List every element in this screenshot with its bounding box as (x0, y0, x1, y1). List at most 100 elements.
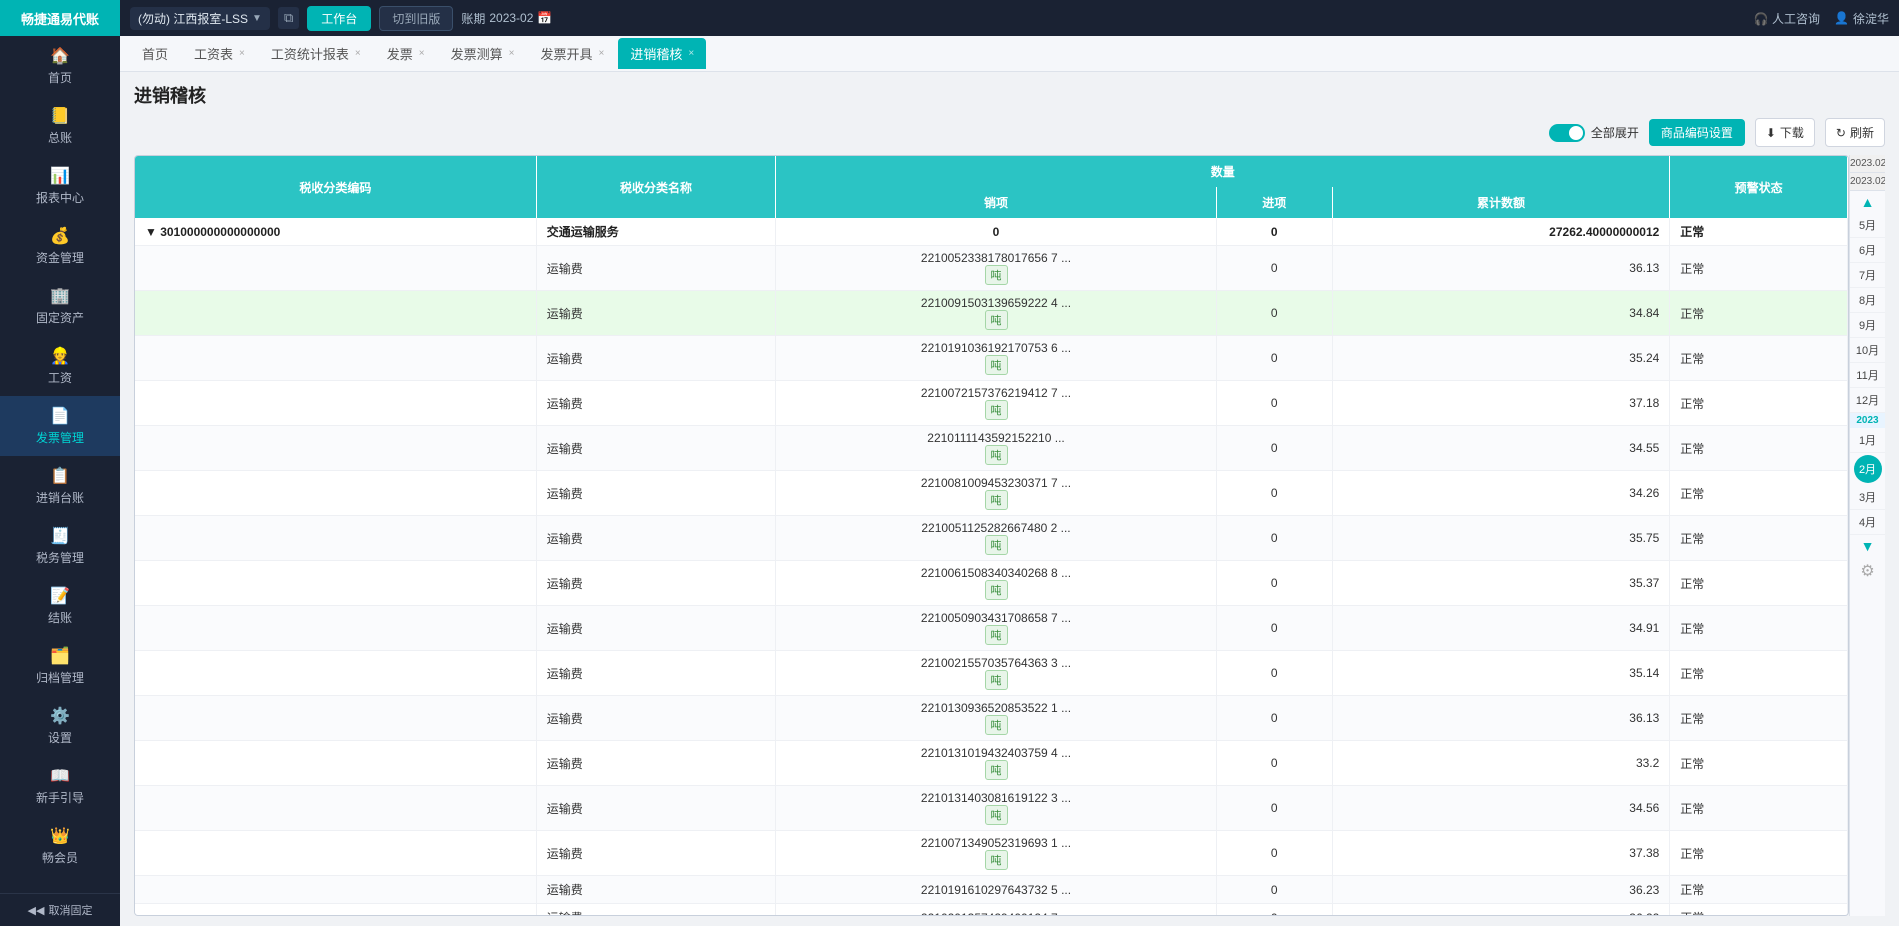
settings-icon: ⚙️ (50, 706, 70, 726)
cell-name: 交通运输服务 (536, 218, 775, 246)
sidebar-item-payroll[interactable]: 👷 工资 (0, 336, 120, 396)
unpin-button[interactable]: ◀◀ 取消固定 (0, 894, 120, 926)
cell-cumulative: 27262.40000000012 (1332, 218, 1670, 246)
table-row: 运输费 2210131019432403759 4 ...吨 033.2正常 (135, 741, 1848, 786)
calendar-month-2-active[interactable]: 2月 (1854, 455, 1882, 483)
tab-home[interactable]: 首页 (130, 38, 180, 69)
sidebar-label-settings: 设置 (48, 729, 72, 746)
sidebar-item-finance[interactable]: 💰 资金管理 (0, 216, 120, 276)
sidebar-item-ledger[interactable]: 📒 总账 (0, 96, 120, 156)
sidebar-item-invoice[interactable]: 📄 发票管理 (0, 396, 120, 456)
sidebar-item-member[interactable]: 👑 畅会员 (0, 816, 120, 876)
tab-close-icon[interactable]: × (355, 48, 361, 59)
tab-payroll-sheet-label: 工资表 (194, 44, 233, 63)
calendar-down-arrow[interactable]: ▼ (1858, 535, 1878, 557)
sidebar-label-ledger: 总账 (48, 129, 72, 146)
sidebar-label-guide: 新手引导 (36, 789, 84, 806)
sidebar: 畅捷通易代账 🏠 首页 📒 总账 📊 报表中心 💰 资金管理 🏢 固定资产 👷 … (0, 0, 120, 926)
calendar-month-4[interactable]: 4月 (1850, 510, 1885, 535)
cell-cumulative: 36.13 (1332, 246, 1670, 291)
cell-purchase: 0 (1216, 218, 1332, 246)
tab-invoice-calc-label: 发票测算 (451, 44, 503, 63)
sidebar-item-home[interactable]: 🏠 首页 (0, 36, 120, 96)
col-purchase: 进项 (1216, 187, 1332, 218)
invoice-icon: 📄 (50, 406, 70, 426)
calendar-up-arrow[interactable]: ▲ (1858, 191, 1878, 213)
member-icon: 👑 (50, 826, 70, 846)
copy-button[interactable]: ⧉ (278, 7, 299, 29)
tab-close-icon[interactable]: × (598, 48, 604, 59)
calendar-settings-icon[interactable]: ⚙ (1860, 561, 1874, 581)
tab-invoice-issue-label: 发票开具 (540, 44, 592, 63)
support-label: 人工咨询 (1772, 12, 1820, 26)
sidebar-item-tax[interactable]: 🧾 税务管理 (0, 516, 120, 576)
cell-tax-id: 2210052338178017656 7 ...吨 (776, 246, 1217, 291)
company-selector[interactable]: (勿动) 江西报室-LSS ▼ (130, 7, 270, 30)
tab-close-icon[interactable]: × (509, 48, 515, 59)
payroll-icon: 👷 (50, 346, 70, 366)
download-button[interactable]: ⬇ 下载 (1755, 118, 1815, 147)
calendar-month-9[interactable]: 9月 (1850, 313, 1885, 338)
toolbar: 全部展开 商品编码设置 ⬇ 下载 ↻ 刷新 (134, 118, 1885, 147)
calendar-month-6[interactable]: 6月 (1850, 238, 1885, 263)
sidebar-item-assets[interactable]: 🏢 固定资产 (0, 276, 120, 336)
calendar-month-3[interactable]: 3月 (1850, 485, 1885, 510)
table-row: 运输费 2210050903431708658 7 ...吨 034.91正常 (135, 606, 1848, 651)
table-row: 运输费 2210081009453230371 7 ...吨 034.26正常 (135, 471, 1848, 516)
calendar-month-10[interactable]: 10月 (1850, 338, 1885, 363)
table-row: 运输费 2210201357429400124 7 ... 036.22正常 (135, 904, 1848, 917)
assets-icon: 🏢 (50, 286, 70, 306)
sidebar-bottom: ◀◀ 取消固定 (0, 893, 120, 926)
tab-invoice-issue[interactable]: 发票开具 × (528, 38, 616, 69)
sidebar-label-closing: 结账 (48, 609, 72, 626)
page-title: 进销稽核 (134, 82, 1885, 108)
tab-close-icon[interactable]: × (419, 48, 425, 59)
calendar-icon[interactable]: 📅 (537, 11, 552, 25)
calendar-month-11[interactable]: 11月 (1850, 363, 1885, 388)
user-name: 徐淀华 (1853, 10, 1889, 27)
sales-ledger-icon: 📋 (50, 466, 70, 486)
table-row: 运输费 2210021557035764363 3 ...吨 035.14正常 (135, 651, 1848, 696)
guide-icon: 📖 (50, 766, 70, 786)
calendar-month-8[interactable]: 8月 (1850, 288, 1885, 313)
calendar-month-12[interactable]: 12月 (1850, 388, 1885, 413)
tab-invoice-calc[interactable]: 发票测算 × (439, 38, 527, 69)
sidebar-item-reports[interactable]: 📊 报表中心 (0, 156, 120, 216)
workbench-button[interactable]: 工作台 (307, 6, 371, 31)
table-row: 运输费 2210071349052319693 1 ...吨 037.38正常 (135, 831, 1848, 876)
sidebar-item-settings[interactable]: ⚙️ 设置 (0, 696, 120, 756)
tab-payroll-sheet[interactable]: 工资表 × (182, 38, 257, 69)
table-row: 运输费 2210191610297643732 5 ... 036.23正常 (135, 876, 1848, 904)
calendar-year-2023-top: 2023.02 (1850, 155, 1885, 173)
expand-toggle-label: 全部展开 (1591, 124, 1639, 141)
calendar-month-7[interactable]: 7月 (1850, 263, 1885, 288)
cell-tax-id: 2210091503139659222 4 ...吨 (776, 291, 1217, 336)
tab-sales-audit[interactable]: 进销稽核 × (618, 38, 706, 69)
refresh-button[interactable]: ↻ 刷新 (1825, 118, 1885, 147)
sidebar-item-archive[interactable]: 🗂️ 归档管理 (0, 636, 120, 696)
sidebar-item-guide[interactable]: 📖 新手引导 (0, 756, 120, 816)
table-row: 运输费 2210051125282667480 2 ...吨 035.75正常 (135, 516, 1848, 561)
tab-close-icon[interactable]: × (688, 48, 694, 59)
main-area: (勿动) 江西报室-LSS ▼ ⧉ 工作台 切到旧版 账期 2023-02 📅 … (120, 0, 1899, 926)
topbar: (勿动) 江西报室-LSS ▼ ⧉ 工作台 切到旧版 账期 2023-02 📅 … (120, 0, 1899, 36)
switch-old-button[interactable]: 切到旧版 (379, 6, 453, 31)
sidebar-item-sales-ledger[interactable]: 📋 进销台账 (0, 456, 120, 516)
table-row: 运输费 2210130936520853522 1 ...吨 036.13正常 (135, 696, 1848, 741)
tab-invoice[interactable]: 发票 × (375, 38, 437, 69)
tab-payroll-stats[interactable]: 工资统计报表 × (259, 38, 373, 69)
calendar-month-1[interactable]: 1月 (1850, 428, 1885, 453)
table-row: 运输费 2210061508340340268 8 ...吨 035.37正常 (135, 561, 1848, 606)
chevron-down-icon: ▼ (252, 13, 262, 24)
product-code-settings-button[interactable]: 商品编码设置 (1649, 119, 1745, 146)
user-menu[interactable]: 👤 徐淀华 (1834, 10, 1889, 27)
support-button[interactable]: 🎧 人工咨询 (1754, 10, 1820, 27)
refresh-icon: ↻ (1836, 126, 1846, 140)
table-row: 运输费 2210191036192170753 6 ...吨 035.24正常 (135, 336, 1848, 381)
expand-toggle[interactable] (1549, 124, 1585, 142)
tab-close-icon[interactable]: × (239, 48, 245, 59)
calendar-month-5[interactable]: 5月 (1850, 213, 1885, 238)
cell-code (135, 291, 536, 336)
expand-toggle-wrap: 全部展开 (1549, 124, 1639, 142)
sidebar-item-closing[interactable]: 📝 结账 (0, 576, 120, 636)
